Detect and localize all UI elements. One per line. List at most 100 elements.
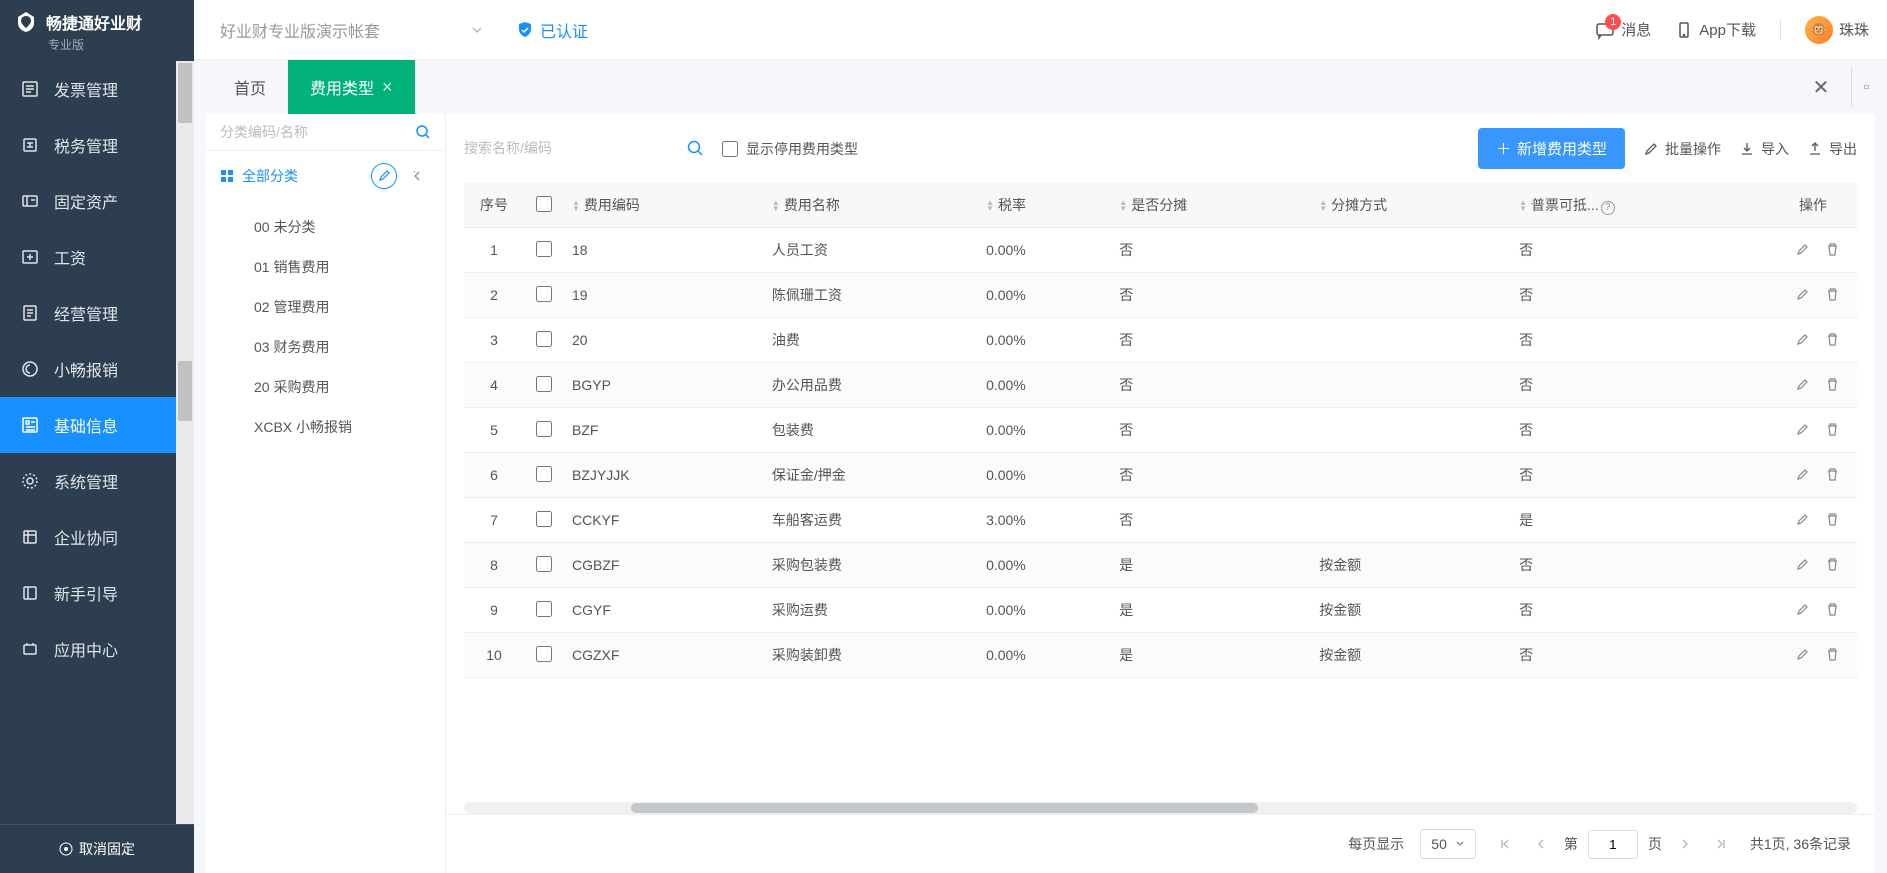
row-checkbox[interactable] xyxy=(536,331,552,347)
batch-ops-button[interactable]: 批量操作 xyxy=(1643,139,1721,159)
sidebar-scrollbar[interactable] xyxy=(176,61,194,824)
horizontal-scrollbar[interactable] xyxy=(464,802,1857,814)
edit-row-button[interactable] xyxy=(1793,465,1811,483)
table-row[interactable]: 5 BZF 包装费 0.00% 否 否 xyxy=(464,408,1857,453)
show-disabled-checkbox-input[interactable] xyxy=(722,141,738,157)
account-selector[interactable]: 好业财专业版演示帐套 xyxy=(212,18,492,42)
sidebar-item-tax[interactable]: 税务管理 xyxy=(0,117,194,173)
row-checkbox[interactable] xyxy=(536,421,552,437)
col-header-share[interactable]: ▲▼是否分摊 xyxy=(1111,183,1311,228)
prev-page-button[interactable] xyxy=(1528,831,1554,857)
select-all-checkbox[interactable] xyxy=(536,196,552,212)
table-row[interactable]: 8 CGBZF 采购包装费 0.00% 是 按金额 否 xyxy=(464,543,1857,588)
row-checkbox[interactable] xyxy=(536,376,552,392)
category-item[interactable]: 20 采购费用 xyxy=(206,367,445,407)
delete-row-button[interactable] xyxy=(1823,510,1841,528)
delete-row-button[interactable] xyxy=(1823,375,1841,393)
tabs-expand-button[interactable] xyxy=(1851,67,1869,107)
table-row[interactable]: 3 20 油费 0.00% 否 否 xyxy=(464,318,1857,363)
user-menu[interactable]: 🐵 珠珠 xyxy=(1805,16,1869,44)
category-item[interactable]: XCBX 小畅报销 xyxy=(206,407,445,447)
row-checkbox[interactable] xyxy=(536,241,552,257)
search-icon[interactable] xyxy=(415,124,431,140)
sidebar-item-collab[interactable]: 企业协同 xyxy=(0,509,194,565)
tabs-close-all-button[interactable]: ✕ xyxy=(1801,67,1841,107)
delete-row-button[interactable] xyxy=(1823,465,1841,483)
sidebar-item-system[interactable]: 系统管理 xyxy=(0,453,194,509)
edit-row-button[interactable] xyxy=(1793,375,1811,393)
col-header-share-method[interactable]: ▲▼分摊方式 xyxy=(1311,183,1511,228)
sidebar-item-salary[interactable]: 工资 xyxy=(0,229,194,285)
edit-row-button[interactable] xyxy=(1793,600,1811,618)
sidebar-scrollbar-thumb-top[interactable] xyxy=(178,63,192,123)
last-page-button[interactable] xyxy=(1708,831,1734,857)
edit-row-button[interactable] xyxy=(1793,285,1811,303)
category-search-input[interactable] xyxy=(220,124,415,140)
row-checkbox[interactable] xyxy=(536,646,552,662)
next-page-button[interactable] xyxy=(1672,831,1698,857)
delete-row-button[interactable] xyxy=(1823,645,1841,663)
delete-row-button[interactable] xyxy=(1823,330,1841,348)
first-page-button[interactable] xyxy=(1492,831,1518,857)
delete-row-button[interactable] xyxy=(1823,285,1841,303)
col-header-code[interactable]: ▲▼费用编码 xyxy=(564,183,764,228)
show-disabled-checkbox[interactable]: 显示停用费用类型 xyxy=(722,139,858,159)
edit-row-button[interactable] xyxy=(1793,645,1811,663)
category-item[interactable]: 02 管理费用 xyxy=(206,287,445,327)
edit-row-button[interactable] xyxy=(1793,510,1811,528)
edit-row-button[interactable] xyxy=(1793,330,1811,348)
col-header-deductible[interactable]: ▲▼普票可抵...? xyxy=(1511,183,1777,228)
edit-row-button[interactable] xyxy=(1793,420,1811,438)
sidebar-item-assets[interactable]: 固定资产 xyxy=(0,173,194,229)
tab-expense-type[interactable]: 费用类型 × xyxy=(288,60,415,114)
search-icon[interactable] xyxy=(686,139,704,157)
row-checkbox[interactable] xyxy=(536,601,552,617)
edit-row-button[interactable] xyxy=(1793,555,1811,573)
page-input[interactable] xyxy=(1588,830,1638,859)
per-page-select[interactable]: 50 xyxy=(1420,829,1476,859)
sidebar-item-expense[interactable]: 小畅报销 xyxy=(0,341,194,397)
category-all-label[interactable]: 全部分类 xyxy=(242,166,298,186)
edit-row-button[interactable] xyxy=(1793,240,1811,258)
sidebar-scrollbar-thumb[interactable] xyxy=(178,361,192,421)
app-download-button[interactable]: App下载 xyxy=(1675,19,1756,40)
table-search-input[interactable] xyxy=(464,134,686,162)
delete-row-button[interactable] xyxy=(1823,555,1841,573)
tab-home[interactable]: 首页 xyxy=(212,60,288,114)
close-icon[interactable]: × xyxy=(382,77,393,98)
sidebar-item-basic-info[interactable]: 基础信息 xyxy=(0,397,194,453)
category-item[interactable]: 01 销售费用 xyxy=(206,247,445,287)
col-header-name[interactable]: ▲▼费用名称 xyxy=(764,183,978,228)
horizontal-scrollbar-thumb[interactable] xyxy=(631,803,1258,813)
col-header-seq[interactable]: 序号 xyxy=(464,183,524,228)
table-row[interactable]: 7 CCKYF 车船客运费 3.00% 否 是 xyxy=(464,498,1857,543)
messages-button[interactable]: 1 消息 xyxy=(1595,19,1651,40)
collapse-panel-button[interactable] xyxy=(405,163,431,189)
category-item[interactable]: 03 财务费用 xyxy=(206,327,445,367)
category-item[interactable]: 00 未分类 xyxy=(206,207,445,247)
sidebar-unpin-button[interactable]: 取消固定 xyxy=(0,824,194,873)
table-row[interactable]: 6 BZJYJJK 保证金/押金 0.00% 否 否 xyxy=(464,453,1857,498)
add-expense-type-button[interactable]: ＋ 新增费用类型 xyxy=(1478,128,1625,169)
table-row[interactable]: 4 BGYP 办公用品费 0.00% 否 否 xyxy=(464,363,1857,408)
export-button[interactable]: 导出 xyxy=(1807,139,1857,159)
table-row[interactable]: 9 CGYF 采购运费 0.00% 是 按金额 否 xyxy=(464,588,1857,633)
row-checkbox[interactable] xyxy=(536,286,552,302)
table-row[interactable]: 1 18 人员工资 0.00% 否 否 xyxy=(464,228,1857,273)
sidebar-item-guide[interactable]: 新手引导 xyxy=(0,565,194,621)
help-icon[interactable]: ? xyxy=(1601,201,1615,215)
table-row[interactable]: 10 CGZXF 采购装卸费 0.00% 是 按金额 否 xyxy=(464,633,1857,678)
col-header-rate[interactable]: ▲▼税率 xyxy=(978,183,1111,228)
import-button[interactable]: 导入 xyxy=(1739,139,1789,159)
delete-row-button[interactable] xyxy=(1823,240,1841,258)
row-checkbox[interactable] xyxy=(536,466,552,482)
table-row[interactable]: 2 19 陈佩珊工资 0.00% 否 否 xyxy=(464,273,1857,318)
delete-row-button[interactable] xyxy=(1823,420,1841,438)
row-checkbox[interactable] xyxy=(536,556,552,572)
row-checkbox[interactable] xyxy=(536,511,552,527)
sidebar-item-operations[interactable]: 经营管理 xyxy=(0,285,194,341)
sidebar-item-apps[interactable]: 应用中心 xyxy=(0,621,194,677)
sidebar-item-invoice[interactable]: 发票管理 xyxy=(0,61,194,117)
category-edit-button[interactable] xyxy=(371,163,397,189)
delete-row-button[interactable] xyxy=(1823,600,1841,618)
